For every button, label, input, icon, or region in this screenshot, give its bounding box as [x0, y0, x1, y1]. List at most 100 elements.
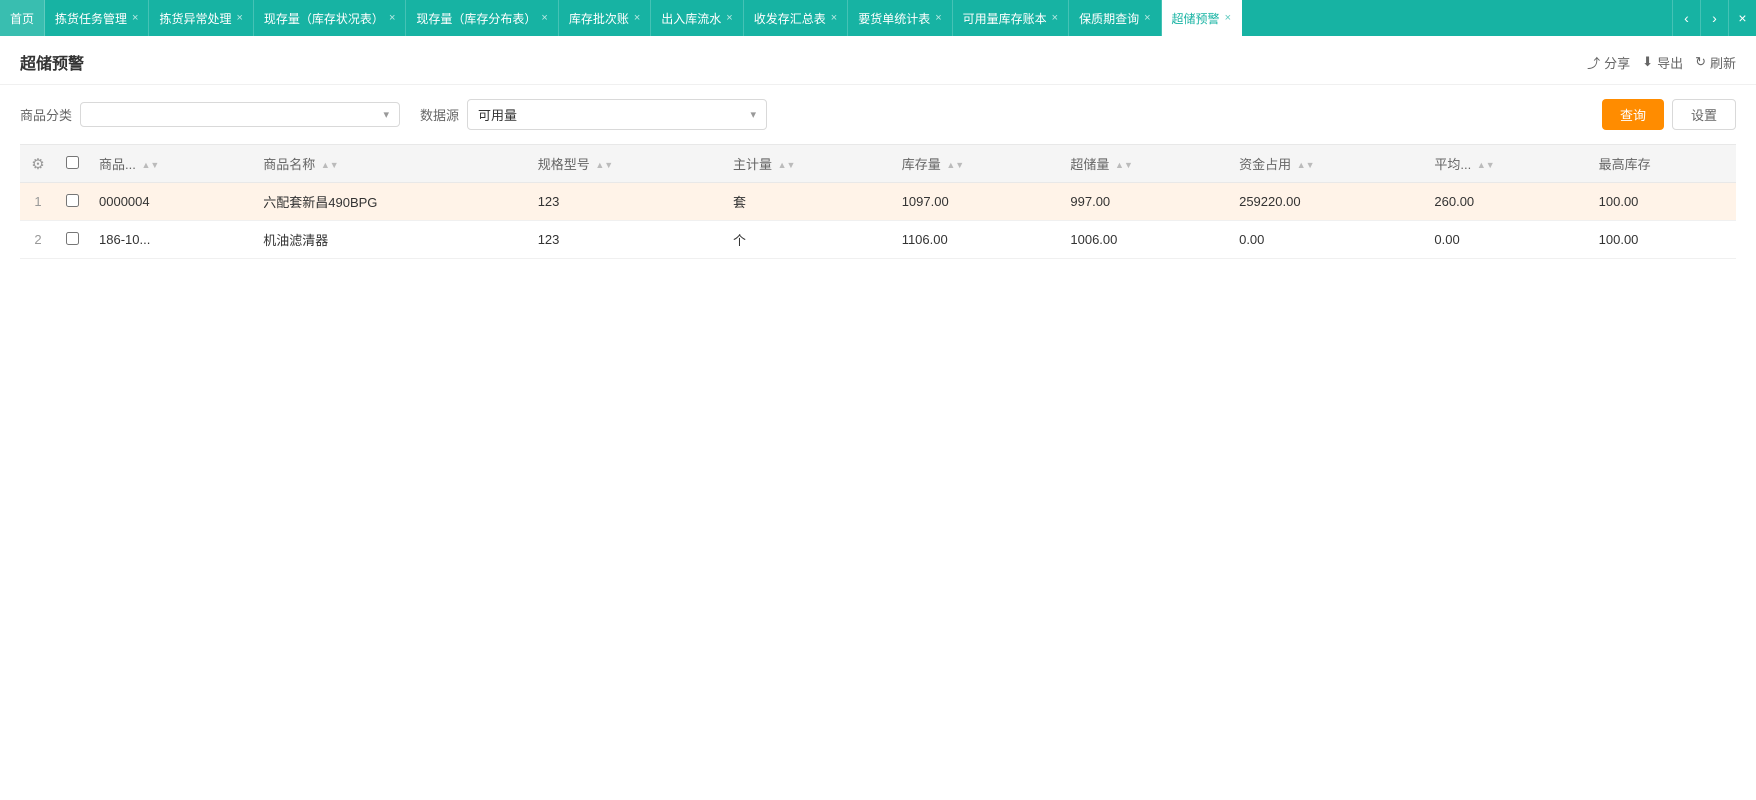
avg-cell: 260.00 [1424, 183, 1588, 221]
table-row: 2 186-10... 机油滤清器 123 个 1106.00 1006.00 … [20, 221, 1736, 259]
category-filter-select[interactable]: ▾ [80, 102, 400, 127]
close-icon[interactable]: × [1225, 12, 1231, 24]
table-row: 1 0000004 六配套新昌490BPG 123 套 1097.00 997.… [20, 183, 1736, 221]
nav-tab-summary[interactable]: 收发存汇总表 × [744, 0, 848, 36]
nav-tab-flow[interactable]: 出入库流水 × [651, 0, 743, 36]
row-checkbox-cell [56, 221, 89, 259]
sort-icon: ▲▼ [778, 161, 796, 170]
share-icon: ⤴ [1587, 53, 1600, 72]
column-header-unit[interactable]: 主计量 ▲▼ [723, 145, 892, 183]
unit-cell: 个 [723, 221, 892, 259]
product-code-cell: 0000004 [89, 183, 253, 221]
column-header-checkbox [56, 145, 89, 183]
nav-next-button[interactable]: › [1700, 0, 1728, 36]
gear-icon[interactable]: ⚙ [31, 156, 44, 173]
row-checkbox[interactable] [66, 194, 79, 207]
column-header-max-stock[interactable]: 最高库存 [1589, 145, 1736, 183]
page-header: 超储预警 ⤴ 分享 ⬇ 导出 ↻ 刷新 [0, 36, 1756, 85]
product-name-cell: 六配套新昌490BPG [253, 183, 527, 221]
close-icon[interactable]: × [726, 12, 732, 24]
sort-icon: ▲▼ [1115, 161, 1133, 170]
spec-cell: 123 [528, 221, 723, 259]
product-name-cell: 机油滤清器 [253, 221, 527, 259]
close-icon[interactable]: × [132, 12, 138, 24]
stock-cell: 1106.00 [892, 221, 1061, 259]
nav-arrows-container: ‹ › × [1672, 0, 1756, 36]
datasource-filter-group: 数据源 可用量 ▾ [420, 99, 767, 130]
filter-actions: 查询 设置 [1602, 99, 1736, 130]
row-number: 1 [20, 183, 56, 221]
row-checkbox-cell [56, 183, 89, 221]
close-icon[interactable]: × [831, 12, 837, 24]
close-icon[interactable]: × [389, 12, 395, 24]
table-body: 1 0000004 六配套新昌490BPG 123 套 1097.00 997.… [20, 183, 1736, 259]
column-header-stock[interactable]: 库存量 ▲▼ [892, 145, 1061, 183]
settings-button[interactable]: 设置 [1672, 99, 1736, 130]
sort-icon: ▲▼ [321, 161, 339, 170]
nav-tab-home[interactable]: 首页 [0, 0, 45, 36]
nav-tab-requisition[interactable]: 要货单统计表 × [848, 0, 952, 36]
row-number: 2 [20, 221, 56, 259]
overflow-cell: 997.00 [1060, 183, 1229, 221]
nav-prev-button[interactable]: ‹ [1672, 0, 1700, 36]
top-navigation: 首页 拣货任务管理 × 拣货异常处理 × 现存量（库存状况表） × 现存量（库存… [0, 0, 1756, 36]
nav-tab-batch-account[interactable]: 库存批次账 × [559, 0, 651, 36]
nav-close-button[interactable]: × [1728, 0, 1756, 36]
category-filter-label: 商品分类 [20, 105, 72, 124]
column-header-gear: ⚙ [20, 145, 56, 183]
avg-cell: 0.00 [1424, 221, 1588, 259]
nav-tab-inventory-status[interactable]: 现存量（库存状况表） × [254, 0, 406, 36]
refresh-icon: ↻ [1695, 54, 1706, 70]
page-title: 超储预警 [20, 50, 84, 74]
close-icon[interactable]: × [1144, 12, 1150, 24]
sort-icon: ▲▼ [1297, 161, 1315, 170]
close-icon[interactable]: × [634, 12, 640, 24]
query-button[interactable]: 查询 [1602, 99, 1664, 130]
share-button[interactable]: ⤴ 分享 [1587, 53, 1630, 72]
export-icon: ⬇ [1642, 54, 1653, 70]
close-icon[interactable]: × [236, 12, 242, 24]
column-header-spec[interactable]: 规格型号 ▲▼ [528, 145, 723, 183]
sort-icon: ▲▼ [1477, 161, 1495, 170]
nav-tab-available-account[interactable]: 可用量库存账本 × [953, 0, 1069, 36]
select-all-checkbox[interactable] [66, 156, 79, 169]
sort-icon: ▲▼ [141, 161, 159, 170]
spec-cell: 123 [528, 183, 723, 221]
chevron-down-icon: ▾ [383, 108, 389, 121]
capital-cell: 259220.00 [1229, 183, 1424, 221]
overstock-table: ⚙ 商品... ▲▼ 商品名称 ▲▼ 规格型号 ▲▼ [20, 144, 1736, 259]
column-header-product-name[interactable]: 商品名称 ▲▼ [253, 145, 527, 183]
close-icon[interactable]: × [541, 12, 547, 24]
nav-tab-quality-expiry[interactable]: 保质期查询 × [1069, 0, 1161, 36]
max-stock-cell: 100.00 [1589, 221, 1736, 259]
capital-cell: 0.00 [1229, 221, 1424, 259]
max-stock-cell: 100.00 [1589, 183, 1736, 221]
unit-cell: 套 [723, 183, 892, 221]
chevron-down-icon: ▾ [751, 108, 757, 121]
product-code-cell: 186-10... [89, 221, 253, 259]
column-header-overflow[interactable]: 超储量 ▲▼ [1060, 145, 1229, 183]
column-header-product-code[interactable]: 商品... ▲▼ [89, 145, 253, 183]
column-header-avg[interactable]: 平均... ▲▼ [1424, 145, 1588, 183]
datasource-filter-label: 数据源 [420, 105, 459, 124]
main-content: 超储预警 ⤴ 分享 ⬇ 导出 ↻ 刷新 商品分类 ▾ 数据源 [0, 36, 1756, 800]
overflow-cell: 1006.00 [1060, 221, 1229, 259]
nav-tab-inventory-distribution[interactable]: 现存量（库存分布表） × [406, 0, 558, 36]
sort-icon: ▲▼ [946, 161, 964, 170]
close-icon[interactable]: × [935, 12, 941, 24]
datasource-filter-select[interactable]: 可用量 ▾ [467, 99, 767, 130]
close-icon[interactable]: × [1052, 12, 1058, 24]
column-header-capital[interactable]: 资金占用 ▲▼ [1229, 145, 1424, 183]
nav-tab-overstock-warning[interactable]: 超储预警 × [1162, 0, 1242, 36]
stock-cell: 1097.00 [892, 183, 1061, 221]
export-button[interactable]: ⬇ 导出 [1642, 53, 1683, 72]
nav-tab-task-management[interactable]: 拣货任务管理 × [45, 0, 149, 36]
nav-tab-exception-handling[interactable]: 拣货异常处理 × [149, 0, 253, 36]
table-wrapper: ⚙ 商品... ▲▼ 商品名称 ▲▼ 规格型号 ▲▼ [0, 144, 1756, 259]
filter-area: 商品分类 ▾ 数据源 可用量 ▾ 查询 设置 [0, 85, 1756, 144]
row-checkbox[interactable] [66, 232, 79, 245]
datasource-select-text: 可用量 [478, 105, 517, 124]
refresh-button[interactable]: ↻ 刷新 [1695, 53, 1736, 72]
table-header-row: ⚙ 商品... ▲▼ 商品名称 ▲▼ 规格型号 ▲▼ [20, 145, 1736, 183]
header-actions: ⤴ 分享 ⬇ 导出 ↻ 刷新 [1587, 53, 1736, 72]
